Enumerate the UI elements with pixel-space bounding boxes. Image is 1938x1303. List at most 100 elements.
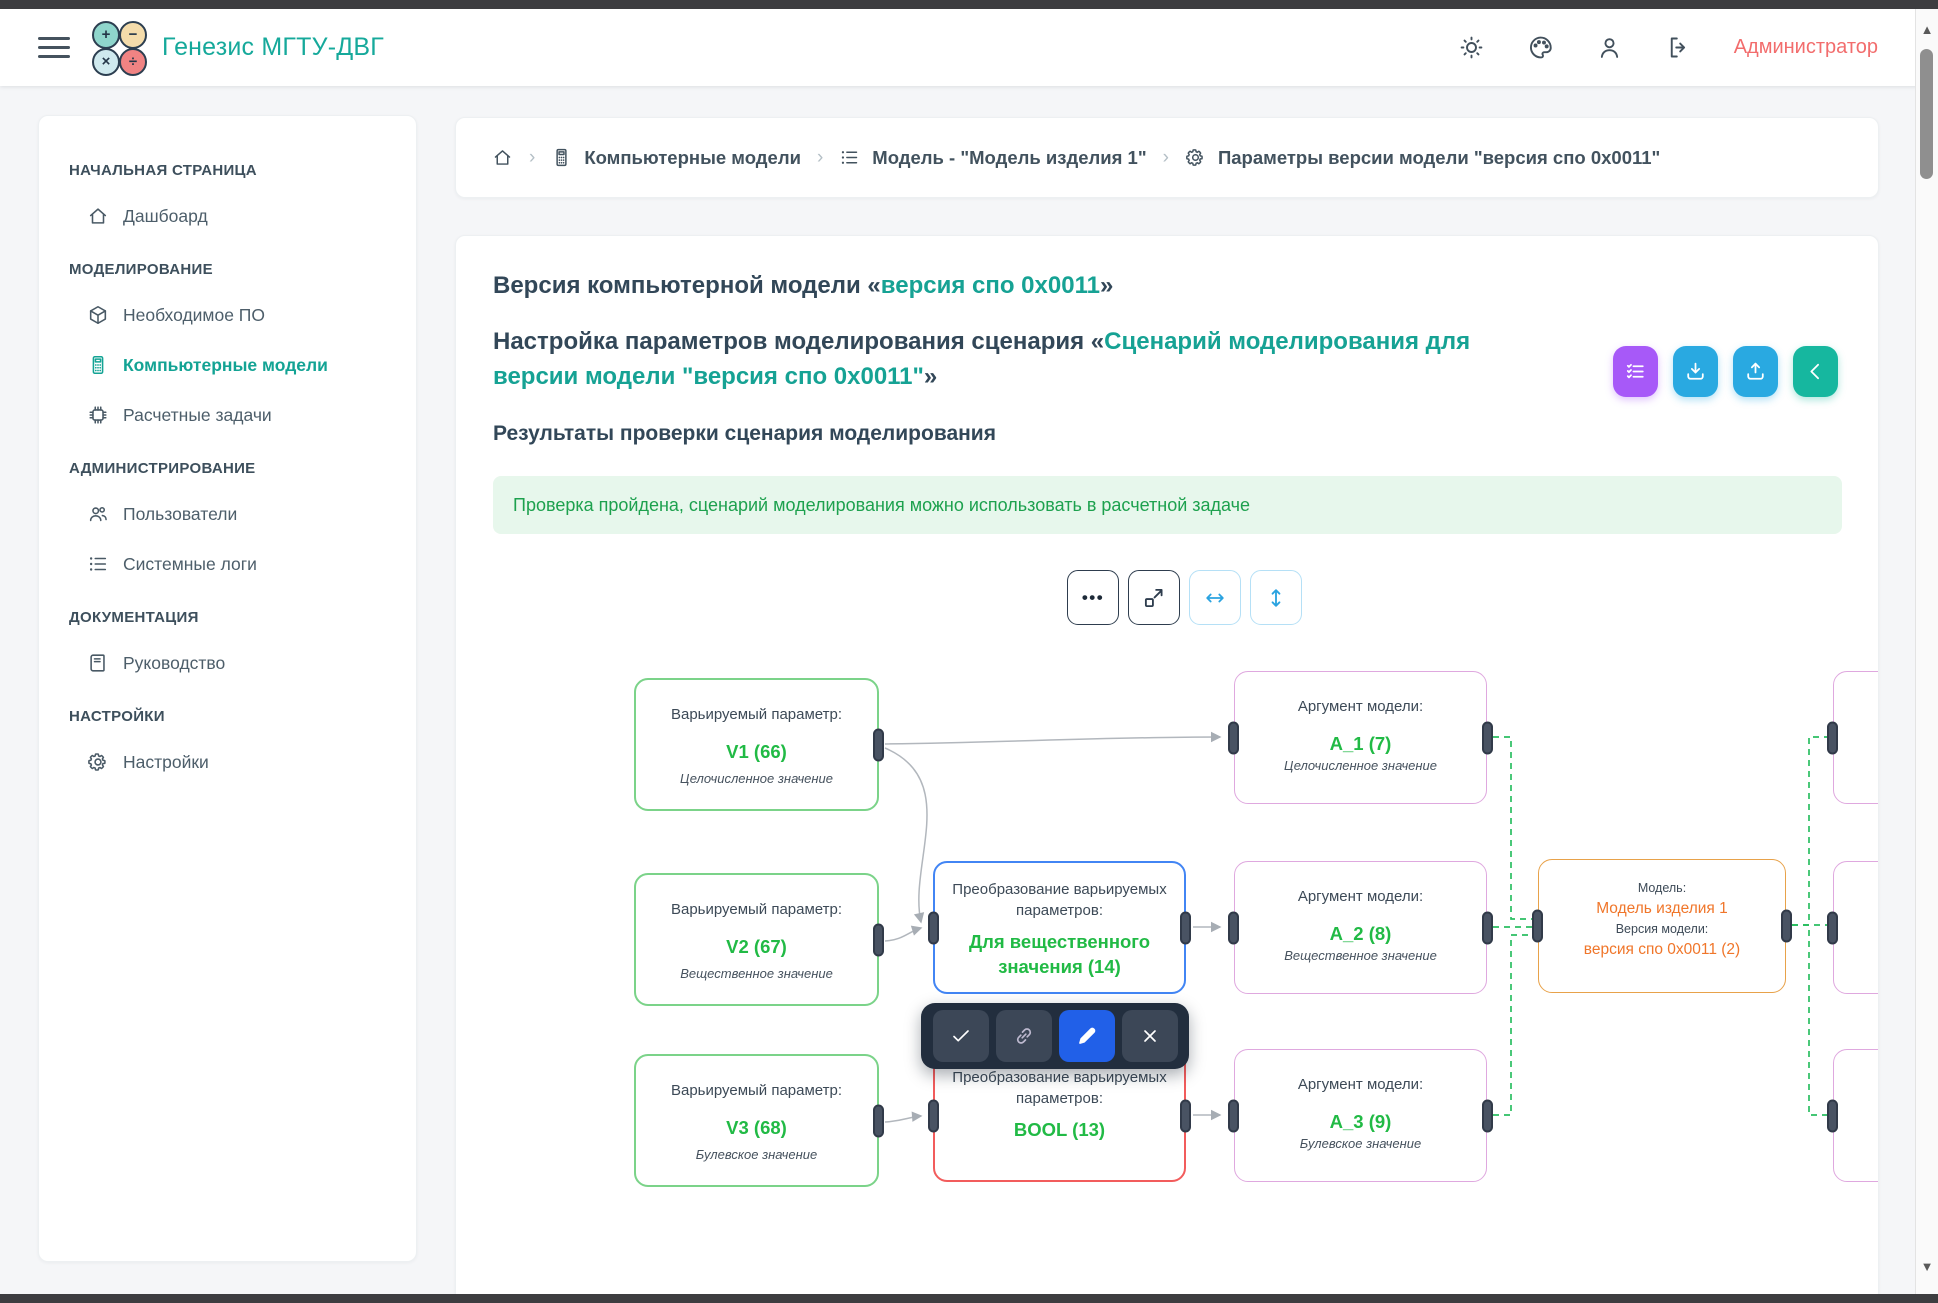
- pencil-icon: [1075, 1024, 1099, 1048]
- breadcrumb-model[interactable]: Модель - "Модель изделия 1": [839, 147, 1147, 169]
- node-variable-v3[interactable]: Варьируемый параметр: V3 (68) Булевское …: [634, 1054, 884, 1187]
- breadcrumb-label: Параметры версии модели "версия спо 0x00…: [1217, 146, 1661, 168]
- output-handle[interactable]: [873, 728, 884, 761]
- alert-text: Проверка пройдена, сценарий моделировани…: [513, 494, 1251, 515]
- node-argument-a3[interactable]: Аргумент модели: A_3 (9) Булевское значе…: [1228, 1049, 1493, 1182]
- output-handle[interactable]: [873, 923, 884, 956]
- node-link-button[interactable]: [995, 1010, 1052, 1062]
- scenario-list-button[interactable]: [1613, 346, 1658, 397]
- input-handle[interactable]: [1827, 721, 1838, 754]
- output-handle[interactable]: [873, 1104, 884, 1137]
- expand-icon: [1141, 585, 1167, 611]
- node-name: Для вещественного значения (14): [968, 931, 1151, 977]
- scrollbar-up-arrow[interactable]: ▲: [1916, 17, 1938, 43]
- breadcrumb-computer-models[interactable]: Компьютерные модели: [551, 147, 801, 169]
- node-argument-a2[interactable]: Аргумент модели: A_2 (8) Вещественное зн…: [1228, 861, 1493, 994]
- sidebar-item-manual[interactable]: Руководство: [39, 638, 416, 688]
- node-name: V3 (68): [726, 1117, 787, 1138]
- ellipsis-icon: •••: [1081, 587, 1105, 607]
- output-handle[interactable]: [1180, 911, 1191, 944]
- results-heading: Результаты проверки сценария моделирован…: [493, 422, 996, 445]
- sidebar-item-label: Настройки: [123, 751, 209, 772]
- node-label: Модель:: [1637, 881, 1687, 895]
- user-role-label[interactable]: Администратор: [1734, 36, 1878, 59]
- node-model[interactable]: Модель: Модель изделия 1 Версия модели: …: [1532, 859, 1792, 993]
- app-header: + − × ÷ Генезис МГТУ-ДВГ Администратор: [0, 9, 1938, 86]
- node-title: Варьируемый параметр:: [670, 706, 843, 723]
- input-handle[interactable]: [1228, 911, 1239, 944]
- menu-icon[interactable]: [38, 31, 70, 64]
- node-argument-a1[interactable]: Аргумент модели: A_1 (7) Целочисленное з…: [1228, 671, 1493, 804]
- node-delete-button[interactable]: [1121, 1010, 1178, 1062]
- sidebar-item-calculation-tasks[interactable]: Расчетные задачи: [39, 390, 416, 440]
- diagram-fullscreen-button[interactable]: [1128, 570, 1180, 625]
- main-content-card: Версия компьютерной модели «версия спо 0…: [455, 235, 1879, 1303]
- sidebar-item-computer-models[interactable]: Компьютерные модели: [39, 340, 416, 390]
- node-name: BOOL (13): [1013, 1119, 1106, 1140]
- diagram-fit-width-button[interactable]: [1189, 570, 1241, 625]
- user-icon[interactable]: [1596, 34, 1623, 61]
- sidebar-item-system-logs[interactable]: Системные логи: [39, 539, 416, 589]
- list-icon: [87, 553, 109, 575]
- sidebar-section-settings: НАСТРОЙКИ: [69, 708, 165, 725]
- output-handle[interactable]: [1482, 1099, 1493, 1132]
- output-handle[interactable]: [1482, 721, 1493, 754]
- logo-minus-circle: −: [119, 20, 147, 49]
- page-scrollbar[interactable]: ▲ ▼: [1915, 9, 1938, 1294]
- sidebar-section-modeling: МОДЕЛИРОВАНИЕ: [69, 261, 213, 278]
- node-confirm-button[interactable]: [932, 1010, 989, 1062]
- input-handle[interactable]: [1532, 909, 1543, 943]
- node-result-clipped-3[interactable]: [1827, 1049, 1878, 1182]
- breadcrumb-home[interactable]: [492, 147, 513, 168]
- sidebar-item-settings[interactable]: Настройки: [39, 737, 416, 787]
- home-icon: [87, 205, 109, 227]
- theme-sun-icon[interactable]: [1458, 34, 1485, 61]
- logout-icon[interactable]: [1665, 34, 1692, 61]
- logo-multiply-circle: ×: [92, 47, 120, 76]
- node-name: A_3 (9): [1329, 1111, 1392, 1132]
- input-handle[interactable]: [1827, 1099, 1838, 1132]
- calculator-icon: [551, 147, 572, 168]
- page-title: Версия компьютерной модели «версия спо 0…: [493, 272, 1114, 299]
- scrollbar-down-arrow[interactable]: ▼: [1916, 1254, 1938, 1280]
- sidebar-item-dashboard[interactable]: Дашбоард: [39, 191, 416, 241]
- node-variable-v2[interactable]: Варьируемый параметр: V2 (67) Вещественн…: [634, 873, 884, 1006]
- app-logo[interactable]: + − × ÷: [92, 20, 148, 76]
- scrollbar-thumb[interactable]: [1920, 49, 1933, 179]
- node-result-clipped-2[interactable]: [1827, 861, 1878, 994]
- diagram-fit-height-button[interactable]: [1250, 570, 1302, 625]
- output-handle[interactable]: [1482, 911, 1493, 944]
- node-transform-real[interactable]: Преобразование варьируемых параметров: Д…: [928, 861, 1191, 994]
- sidebar-item-users[interactable]: Пользователи: [39, 489, 416, 539]
- sidebar-item-label: Руководство: [123, 652, 226, 673]
- download-icon: [1683, 359, 1708, 384]
- output-handle[interactable]: [1781, 909, 1792, 943]
- node-title: Аргумент модели:: [1297, 888, 1424, 905]
- node-edit-button[interactable]: [1058, 1010, 1115, 1062]
- collapse-button[interactable]: [1793, 346, 1838, 397]
- sidebar-item-label: Необходимое ПО: [123, 304, 265, 325]
- sidebar-item-required-software[interactable]: Необходимое ПО: [39, 290, 416, 340]
- node-result-clipped-1[interactable]: [1827, 671, 1878, 804]
- gear-icon: [1185, 147, 1206, 168]
- input-handle[interactable]: [928, 1099, 939, 1132]
- close-icon: [1138, 1024, 1162, 1048]
- palette-icon[interactable]: [1527, 34, 1554, 61]
- node-title: Аргумент модели:: [1297, 698, 1424, 715]
- node-title: Аргумент модели:: [1297, 1076, 1424, 1093]
- diagram-toolbar: •••: [1067, 570, 1302, 625]
- breadcrumb-version-parameters[interactable]: Параметры версии модели "версия спо 0x00…: [1185, 147, 1660, 169]
- input-handle[interactable]: [1228, 721, 1239, 754]
- download-button[interactable]: [1673, 346, 1718, 397]
- input-handle[interactable]: [1827, 911, 1838, 944]
- output-handle[interactable]: [1180, 1099, 1191, 1132]
- node-name: V1 (66): [726, 741, 787, 762]
- diagram-more-button[interactable]: •••: [1067, 570, 1119, 625]
- node-name: A_1 (7): [1329, 733, 1392, 754]
- input-handle[interactable]: [1228, 1099, 1239, 1132]
- input-handle[interactable]: [928, 911, 939, 944]
- upload-button[interactable]: [1733, 346, 1778, 397]
- sidebar-navigation: НАЧАЛЬНАЯ СТРАНИЦА Дашбоард МОДЕЛИРОВАНИ…: [38, 115, 417, 1262]
- node-variable-v1[interactable]: Варьируемый параметр: V1 (66) Целочислен…: [634, 678, 884, 811]
- node-title: Преобразование варьируемых параметров:: [952, 1069, 1167, 1107]
